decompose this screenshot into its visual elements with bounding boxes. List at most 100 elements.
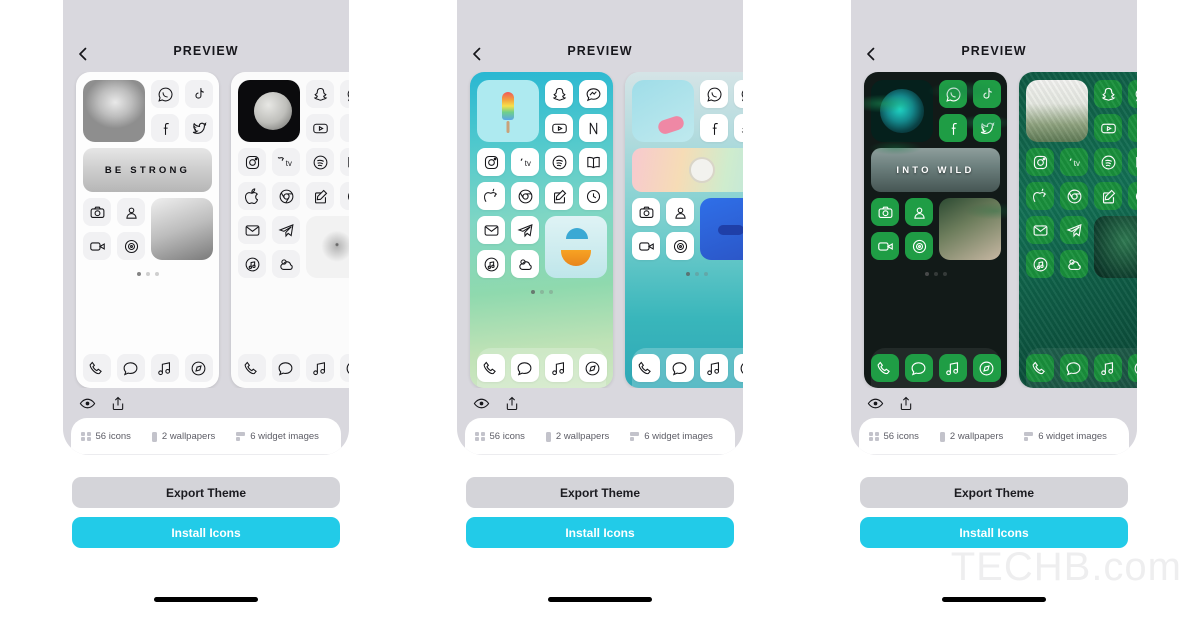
widget-alarm-clock[interactable]: [632, 148, 743, 192]
app-icon-apple-tv[interactable]: tv: [511, 148, 539, 176]
share-icon[interactable]: [898, 395, 914, 412]
dock-icon-music[interactable]: [150, 354, 179, 382]
dock-icon-messages[interactable]: [116, 354, 145, 382]
app-icon-clock[interactable]: [1128, 182, 1137, 210]
app-icon-netflix[interactable]: [1128, 114, 1137, 142]
app-icon-contacts[interactable]: [905, 198, 933, 226]
app-icon-notes[interactable]: [1094, 182, 1122, 210]
widget-bare-tree[interactable]: [306, 216, 349, 278]
dock-icon-music[interactable]: [1093, 354, 1122, 382]
home-screen-preview-3a[interactable]: INTO WILD: [864, 72, 1007, 388]
dock[interactable]: [631, 348, 743, 388]
phone-3-preview-carousel[interactable]: INTO WILD tv: [851, 72, 1137, 388]
app-icon-weather[interactable]: [1060, 250, 1088, 278]
app-icon-spotify[interactable]: [545, 148, 573, 176]
eye-icon[interactable]: [473, 395, 490, 412]
app-icon-spotify[interactable]: [306, 148, 334, 176]
dock-icon-phone[interactable]: [476, 354, 505, 382]
app-icon-mail[interactable]: [1026, 216, 1054, 244]
widget-blue-abstract[interactable]: [700, 198, 743, 260]
app-icon-spotify[interactable]: [1094, 148, 1122, 176]
eye-icon[interactable]: [867, 395, 884, 412]
dock-icon-messages[interactable]: [904, 354, 933, 382]
back-button[interactable]: [469, 46, 485, 62]
dock[interactable]: [82, 348, 213, 388]
app-icon-facebook[interactable]: [151, 114, 179, 142]
dock-icon-music[interactable]: [544, 354, 573, 382]
app-icon-telegram[interactable]: [272, 216, 300, 244]
app-icon-contacts[interactable]: [666, 198, 694, 226]
app-icon-instagram[interactable]: [1026, 148, 1054, 176]
install-icons-button[interactable]: Install Icons: [860, 517, 1128, 548]
app-icon-facebook[interactable]: [939, 114, 967, 142]
app-icon-app-store[interactable]: [1026, 182, 1054, 210]
home-screen-preview-3b[interactable]: tv: [1019, 72, 1137, 388]
app-icon-music[interactable]: [477, 250, 505, 278]
app-icon-youtube[interactable]: [545, 114, 573, 142]
share-icon[interactable]: [110, 395, 126, 412]
app-icon-chrome[interactable]: [1060, 182, 1088, 210]
app-icon-tiktok[interactable]: [185, 80, 213, 108]
dock-icon-messages[interactable]: [271, 354, 300, 382]
dock-icon-messages[interactable]: [665, 354, 694, 382]
app-icon-notes[interactable]: [545, 182, 573, 210]
eye-icon[interactable]: [79, 395, 96, 412]
dock-icon-safari[interactable]: [733, 354, 743, 382]
dock-icon-messages[interactable]: [510, 354, 539, 382]
dock[interactable]: [476, 348, 607, 388]
app-icon-camera[interactable]: [632, 198, 660, 226]
dock[interactable]: [870, 348, 1001, 388]
export-theme-button[interactable]: Export Theme: [860, 477, 1128, 508]
app-icon-app-store[interactable]: [238, 182, 266, 210]
app-icon-books[interactable]: [579, 148, 607, 176]
app-icon-whatsapp[interactable]: [700, 80, 728, 108]
app-icon-messenger[interactable]: [579, 80, 607, 108]
app-icon-camera[interactable]: [83, 198, 111, 226]
dock-icon-phone[interactable]: [1025, 354, 1054, 382]
app-icon-messenger[interactable]: [734, 80, 743, 108]
app-icon-messenger[interactable]: [340, 80, 349, 108]
home-screen-preview-2a[interactable]: tv: [470, 72, 613, 388]
app-icon-apple-tv[interactable]: tv: [1060, 148, 1088, 176]
app-icon-messenger[interactable]: [1128, 80, 1137, 108]
app-icon-books[interactable]: [1128, 148, 1137, 176]
app-icon-facetime[interactable]: [632, 232, 660, 260]
phone-2-preview-carousel[interactable]: tv: [457, 72, 743, 388]
widget-portrait-photo[interactable]: [83, 80, 145, 142]
dock-icon-safari[interactable]: [339, 354, 349, 382]
app-icon-netflix[interactable]: [340, 114, 349, 142]
app-icon-telegram[interactable]: [1060, 216, 1088, 244]
app-icon-snapchat[interactable]: [734, 114, 743, 142]
app-icon-apple-tv[interactable]: tv: [272, 148, 300, 176]
app-icon-app-store[interactable]: [477, 182, 505, 210]
app-icon-facebook[interactable]: [700, 114, 728, 142]
app-icon-instagram[interactable]: [238, 148, 266, 176]
app-icon-snapchat[interactable]: [1094, 80, 1122, 108]
app-icon-whatsapp[interactable]: [151, 80, 179, 108]
home-screen-preview-2b[interactable]: [625, 72, 743, 388]
dock[interactable]: [237, 348, 349, 388]
app-icon-youtube[interactable]: [306, 114, 334, 142]
widget-banner-into-wild[interactable]: INTO WILD: [871, 148, 1000, 192]
home-screen-preview-1a[interactable]: BE STRONG: [76, 72, 219, 388]
widget-girl-portrait[interactable]: [151, 198, 213, 260]
install-icons-button[interactable]: Install Icons: [72, 517, 340, 548]
app-icon-instagram[interactable]: [477, 148, 505, 176]
dock-icon-phone[interactable]: [870, 354, 899, 382]
install-icons-button[interactable]: Install Icons: [466, 517, 734, 548]
export-theme-button[interactable]: Export Theme: [466, 477, 734, 508]
widget-cocktail-photo[interactable]: [545, 216, 607, 278]
dock[interactable]: [1025, 348, 1137, 388]
app-icon-whatsapp[interactable]: [939, 80, 967, 108]
app-icon-camera[interactable]: [871, 198, 899, 226]
home-screen-preview-1b[interactable]: tv: [231, 72, 349, 388]
dock-icon-safari[interactable]: [972, 354, 1001, 382]
app-icon-twitter[interactable]: [185, 114, 213, 142]
dock-icon-phone[interactable]: [237, 354, 266, 382]
widget-teal-rose-photo[interactable]: [871, 80, 933, 142]
app-icon-twitter[interactable]: [973, 114, 1001, 142]
app-icon-snapchat[interactable]: [306, 80, 334, 108]
app-icon-snapchat[interactable]: [545, 80, 573, 108]
app-icon-notes[interactable]: [306, 182, 334, 210]
export-theme-button[interactable]: Export Theme: [72, 477, 340, 508]
